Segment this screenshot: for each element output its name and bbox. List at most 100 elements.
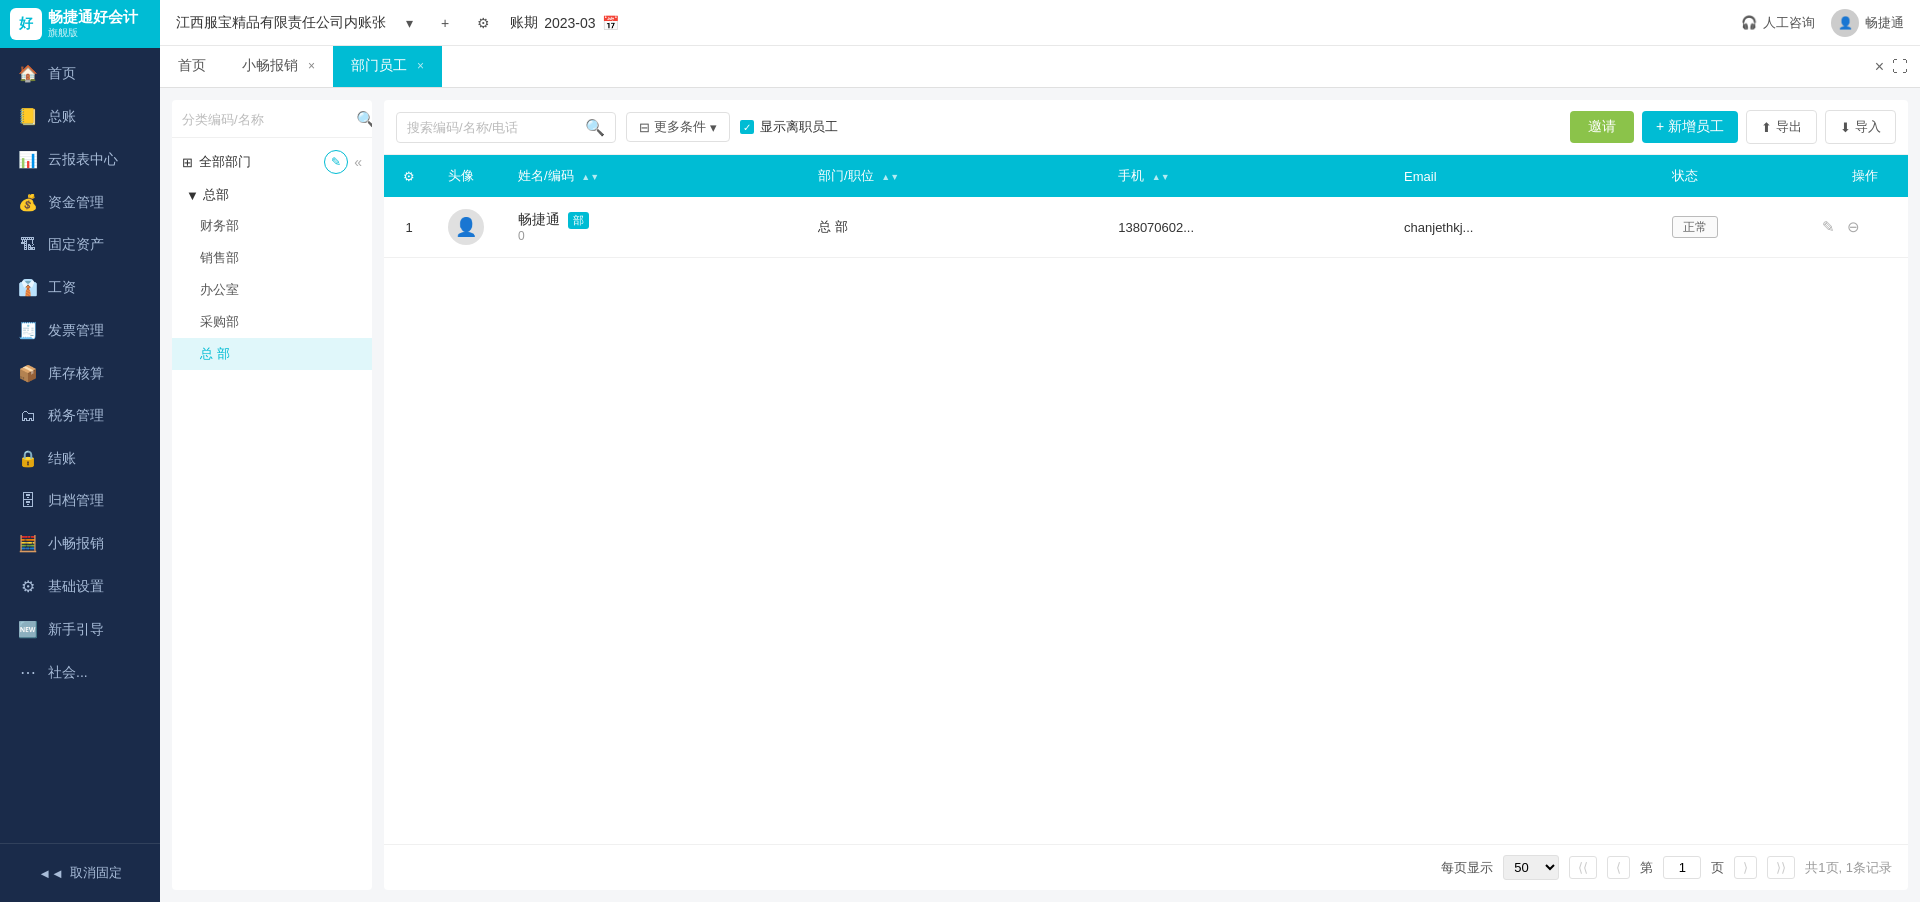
filter-dropdown-icon: ▾ bbox=[710, 120, 717, 135]
sidebar-item-assets[interactable]: 🏗固定资产 bbox=[0, 224, 160, 266]
company-dropdown-btn[interactable]: ▾ bbox=[398, 11, 421, 35]
row-avatar: 👤 bbox=[434, 197, 504, 258]
row-phone: 138070602... bbox=[1104, 197, 1390, 258]
sidebar-item-archive[interactable]: 🗄归档管理 bbox=[0, 480, 160, 522]
close-tab-btn[interactable]: × bbox=[1875, 58, 1884, 76]
col-settings[interactable]: ⚙ bbox=[384, 155, 434, 197]
tab-expense-close[interactable]: × bbox=[308, 59, 315, 73]
table-row: 1 👤 畅捷通 部 0 总 部 138070602... chanjethkj.… bbox=[384, 197, 1908, 258]
prev-page-btn[interactable]: ⟨ bbox=[1607, 856, 1630, 879]
capital-icon: 💰 bbox=[18, 193, 38, 212]
logo-sub: 旗舰版 bbox=[48, 26, 138, 40]
dept-header-actions: ✎ « bbox=[324, 150, 362, 174]
row-index: 1 bbox=[384, 197, 434, 258]
col-phone-label: 手机 bbox=[1118, 168, 1144, 183]
next-page-btn[interactable]: ⟩ bbox=[1734, 856, 1757, 879]
logout-employee-btn[interactable]: ⊖ bbox=[1847, 218, 1860, 236]
emp-table: ⚙ 头像 姓名/编码 ▲▼ 部门/职位 ▲▼ 手机 bbox=[384, 155, 1908, 844]
show-resigned-toggle[interactable]: ✓ 显示离职员工 bbox=[740, 118, 838, 136]
sidebar-item-label-guide: 新手引导 bbox=[48, 621, 104, 639]
edit-employee-btn[interactable]: ✎ bbox=[1822, 218, 1835, 236]
employee-table-body: 1 👤 畅捷通 部 0 总 部 138070602... chanjethkj.… bbox=[384, 197, 1908, 258]
sidebar-item-inventory[interactable]: 📦库存核算 bbox=[0, 352, 160, 395]
filter-more-btn[interactable]: ⊟ 更多条件 ▾ bbox=[626, 112, 730, 142]
dept-item-office[interactable]: 办公室 bbox=[172, 274, 372, 306]
sidebar-item-more[interactable]: ⋯社会... bbox=[0, 651, 160, 694]
sidebar-item-reports[interactable]: 📊云报表中心 bbox=[0, 138, 160, 181]
logo-text: 畅捷通好会计 bbox=[48, 8, 138, 26]
col-email: Email bbox=[1390, 155, 1658, 197]
tab-home[interactable]: 首页 bbox=[160, 46, 224, 87]
sidebar-item-label-archive: 归档管理 bbox=[48, 492, 104, 510]
row-dept: 总 部 bbox=[804, 197, 1104, 258]
col-name[interactable]: 姓名/编码 ▲▼ bbox=[504, 155, 804, 197]
export-label: 导出 bbox=[1776, 118, 1802, 136]
tab-dept-employee-close[interactable]: × bbox=[417, 59, 424, 73]
cancel-fixed-btn[interactable]: ◄◄ 取消固定 bbox=[0, 856, 160, 890]
tab-dept-employee[interactable]: 部门员工 × bbox=[333, 46, 442, 87]
more-icon: ⋯ bbox=[18, 663, 38, 682]
period-value[interactable]: 2023-03 bbox=[544, 15, 595, 31]
status-badge: 正常 bbox=[1672, 216, 1718, 238]
per-page-select[interactable]: 50 100 200 bbox=[1503, 855, 1559, 880]
import-btn[interactable]: ⬇ 导入 bbox=[1825, 110, 1896, 144]
employee-name: 畅捷通 bbox=[518, 211, 560, 229]
col-dept-sort: ▲▼ bbox=[881, 173, 899, 182]
sidebar-item-payroll[interactable]: 👔工资 bbox=[0, 266, 160, 309]
add-employee-btn[interactable]: + 新增员工 bbox=[1642, 111, 1738, 143]
col-phone-sort: ▲▼ bbox=[1152, 173, 1170, 182]
dept-search-input[interactable] bbox=[182, 112, 350, 127]
export-btn[interactable]: ⬆ 导出 bbox=[1746, 110, 1817, 144]
action-buttons: ✎ ⊖ bbox=[1822, 218, 1894, 236]
sidebar-item-invoice[interactable]: 🧾发票管理 bbox=[0, 309, 160, 352]
col-phone[interactable]: 手机 ▲▼ bbox=[1104, 155, 1390, 197]
dept-group-root-header[interactable]: ▼ 总部 bbox=[172, 180, 372, 210]
tab-dept-employee-label: 部门员工 bbox=[351, 57, 407, 75]
user-name: 畅捷通 bbox=[1865, 14, 1904, 32]
row-email: chanjethkj... bbox=[1390, 197, 1658, 258]
cancel-fixed-icon: ◄◄ bbox=[38, 866, 64, 881]
col-avatar: 头像 bbox=[434, 155, 504, 197]
user-info[interactable]: 👤 畅捷通 bbox=[1831, 9, 1904, 37]
emp-search-input[interactable] bbox=[407, 120, 579, 135]
dept-search-icon[interactable]: 🔍 bbox=[356, 110, 372, 129]
sidebar-item-home[interactable]: 🏠首页 bbox=[0, 52, 160, 95]
reports-icon: 📊 bbox=[18, 150, 38, 169]
app-logo[interactable]: 好 畅捷通好会计 旗舰版 bbox=[0, 0, 160, 48]
sidebar-item-guide[interactable]: 🆕新手引导 bbox=[0, 608, 160, 651]
sidebar-item-tax[interactable]: 🗂税务管理 bbox=[0, 395, 160, 437]
all-dept-btn[interactable]: ⊞ 全部部门 bbox=[182, 153, 251, 171]
add-account-btn[interactable]: + bbox=[433, 11, 457, 35]
support-btn[interactable]: 🎧 人工咨询 bbox=[1741, 14, 1815, 32]
first-page-btn[interactable]: ⟨⟨ bbox=[1569, 856, 1597, 879]
dept-item-purchase[interactable]: 采购部 bbox=[172, 306, 372, 338]
dept-collapse-btn[interactable]: « bbox=[354, 154, 362, 170]
settings-btn[interactable]: ⚙ bbox=[469, 11, 498, 35]
pagination-bar: 每页显示 50 100 200 ⟨⟨ ⟨ 第 页 ⟩ ⟩⟩ 共1页, 1条记录 bbox=[384, 844, 1908, 890]
dept-item-general[interactable]: 总 部 bbox=[172, 338, 372, 370]
total-info: 共1页, 1条记录 bbox=[1805, 859, 1892, 877]
expense-icon: 🧮 bbox=[18, 534, 38, 553]
sidebar-item-expense[interactable]: 🧮小畅报销 bbox=[0, 522, 160, 565]
emp-search-icon[interactable]: 🔍 bbox=[585, 118, 605, 137]
import-icon: ⬇ bbox=[1840, 120, 1851, 135]
page-number-input[interactable] bbox=[1663, 856, 1701, 879]
col-dept[interactable]: 部门/职位 ▲▼ bbox=[804, 155, 1104, 197]
sidebar-item-closing[interactable]: 🔒结账 bbox=[0, 437, 160, 480]
tabbar-actions: × ⛶ bbox=[1875, 46, 1920, 87]
closing-icon: 🔒 bbox=[18, 449, 38, 468]
sidebar-item-capital[interactable]: 💰资金管理 bbox=[0, 181, 160, 224]
dept-item-finance[interactable]: 财务部 bbox=[172, 210, 372, 242]
calendar-icon[interactable]: 📅 bbox=[602, 15, 619, 31]
sidebar-item-ledger[interactable]: 📒总账 bbox=[0, 95, 160, 138]
invite-btn[interactable]: 邀请 bbox=[1570, 111, 1634, 143]
tab-expense[interactable]: 小畅报销 × bbox=[224, 46, 333, 87]
last-page-btn[interactable]: ⟩⟩ bbox=[1767, 856, 1795, 879]
dept-item-sales[interactable]: 销售部 bbox=[172, 242, 372, 274]
collapse-icon: ▼ bbox=[186, 188, 199, 203]
dept-panel: 🔍 ⊞ 全部部门 ✎ « ▼ 总部 bbox=[172, 100, 372, 890]
show-resigned-checkbox[interactable]: ✓ bbox=[740, 120, 754, 134]
sidebar-item-settings[interactable]: ⚙基础设置 bbox=[0, 565, 160, 608]
dept-edit-btn[interactable]: ✎ bbox=[324, 150, 348, 174]
expand-tab-btn[interactable]: ⛶ bbox=[1892, 58, 1908, 76]
